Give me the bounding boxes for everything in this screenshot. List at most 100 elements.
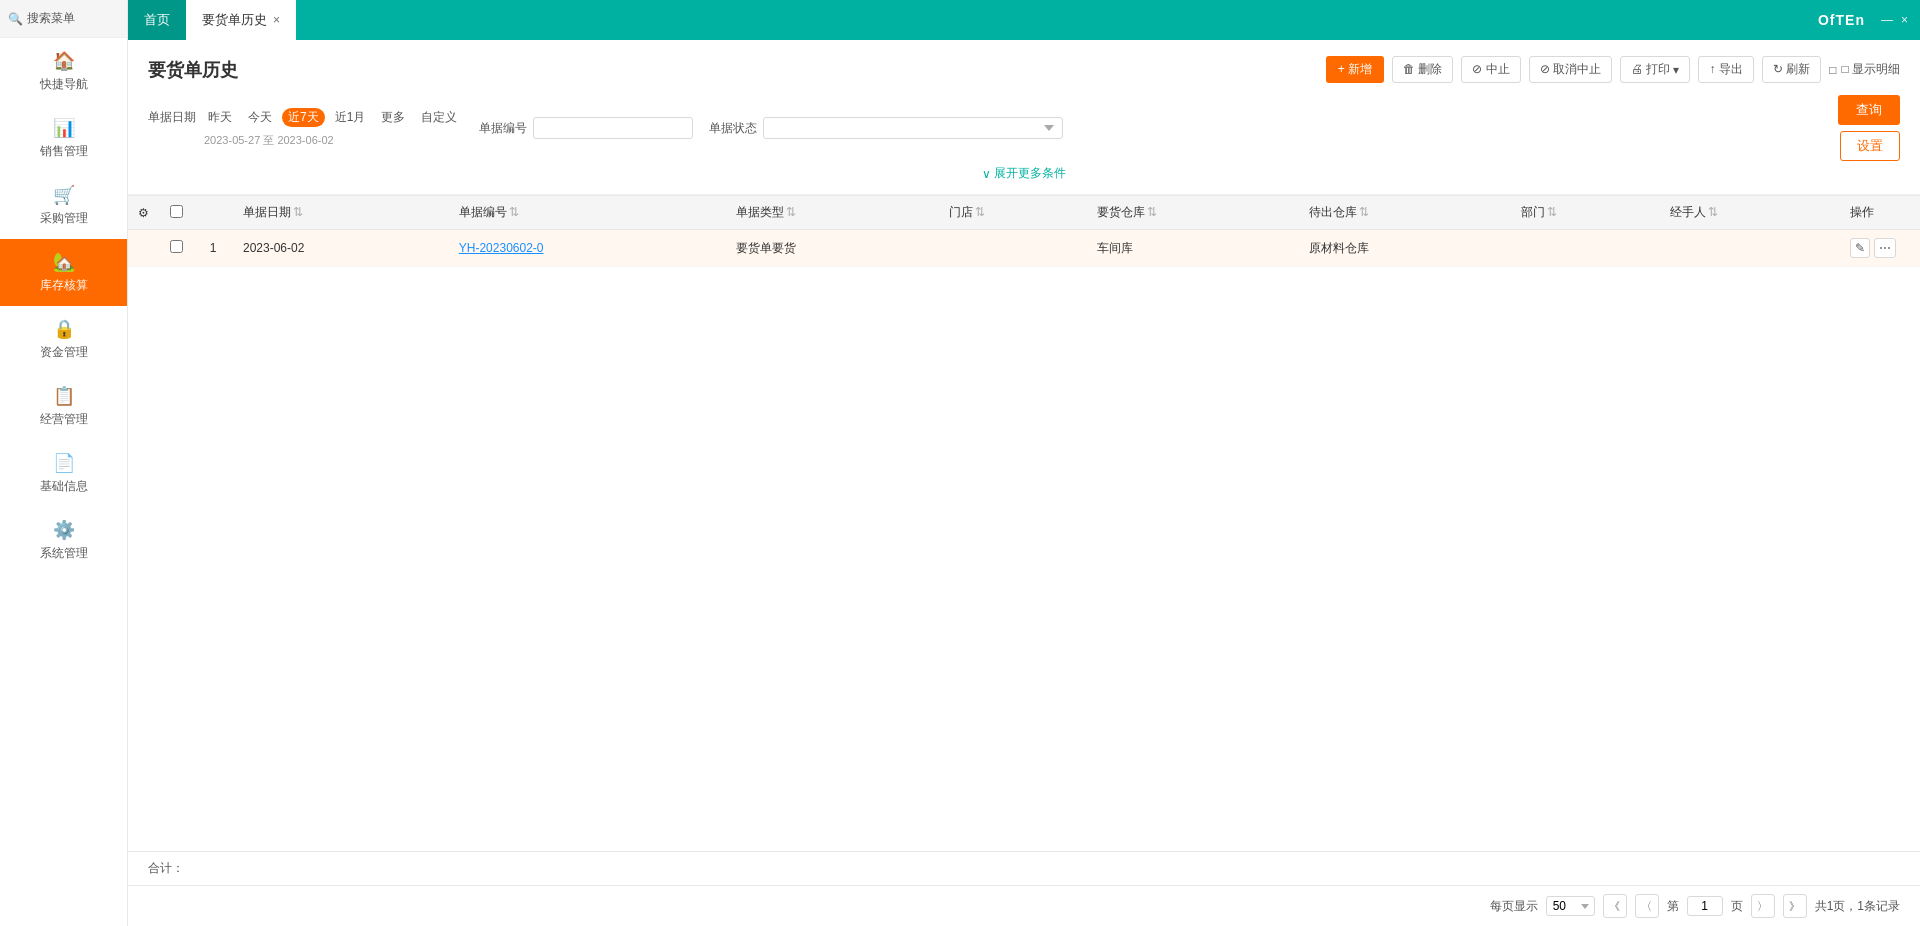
page-content: 要货单历史 + 新增 🗑 删除 ⊘ 中止 ⊘ 取消中止 🖨 打印 ▾ ↑ 导出 … bbox=[128, 40, 1920, 926]
sidebar-item-label: 资金管理 bbox=[40, 344, 88, 361]
tab-requisition-history[interactable]: 要货单历史 × bbox=[186, 0, 296, 40]
show-detail-toggle[interactable]: □ □ 显示明细 bbox=[1829, 61, 1900, 78]
th-date-label: 单据日期 bbox=[243, 205, 291, 219]
sort-store-icon: ⇅ bbox=[975, 205, 985, 219]
sales-icon: 📊 bbox=[53, 117, 75, 139]
th-department[interactable]: 部门⇅ bbox=[1511, 196, 1659, 230]
table-header-row: ⚙ 单据日期⇅ 单据编号⇅ 单据类型⇅ 门店⇅ 要货仓库⇅ 待出仓库⇅ 部门⇅ … bbox=[128, 196, 1920, 230]
th-pending-warehouse-label: 待出仓库 bbox=[1309, 205, 1357, 219]
export-button[interactable]: ↑ 导出 bbox=[1698, 56, 1753, 83]
search-icon: 🔍 bbox=[8, 12, 23, 26]
date-filter-label: 单据日期 bbox=[148, 109, 196, 126]
main-area: 首页 要货单历史 × OfTEn — × 要货单历史 + 新增 🗑 删除 ⊘ 中… bbox=[128, 0, 1920, 926]
total-info: 共1页，1条记录 bbox=[1815, 898, 1900, 915]
doc-status-filter: 单据状态 bbox=[709, 117, 1806, 139]
prev-page-btn[interactable]: 〈 bbox=[1635, 894, 1659, 918]
doc-number-filter: 单据编号 bbox=[479, 117, 693, 139]
select-all-checkbox[interactable] bbox=[170, 205, 183, 218]
sidebar-item-sales[interactable]: 📊 销售管理 bbox=[0, 105, 127, 172]
th-docno[interactable]: 单据编号⇅ bbox=[449, 196, 727, 230]
th-store[interactable]: 门店⇅ bbox=[939, 196, 1087, 230]
search-menu[interactable]: 🔍 搜索菜单 bbox=[0, 0, 127, 38]
sidebar-item-inventory[interactable]: 🏡 库存核算 bbox=[0, 239, 127, 306]
expand-icon: ∨ bbox=[982, 167, 991, 181]
query-button[interactable]: 查询 bbox=[1838, 95, 1900, 125]
date-btn-today[interactable]: 今天 bbox=[242, 108, 278, 127]
first-page-btn[interactable]: 《 bbox=[1603, 894, 1627, 918]
date-btn-more[interactable]: 更多 bbox=[375, 108, 411, 127]
next-page-btn[interactable]: 〉 bbox=[1751, 894, 1775, 918]
page-number-input[interactable] bbox=[1687, 896, 1723, 916]
expand-more-btn[interactable]: ∨ 展开更多条件 bbox=[148, 161, 1900, 186]
per-page-label: 每页显示 bbox=[1490, 898, 1538, 915]
sidebar-item-quick-nav[interactable]: 🏠 快捷导航 bbox=[0, 38, 127, 105]
th-handler-label: 经手人 bbox=[1670, 205, 1706, 219]
row-more-btn[interactable]: ⋯ bbox=[1874, 238, 1896, 258]
show-detail-label: □ 显示明细 bbox=[1841, 61, 1900, 78]
data-table: ⚙ 单据日期⇅ 单据编号⇅ 单据类型⇅ 门店⇅ 要货仓库⇅ 待出仓库⇅ 部门⇅ … bbox=[128, 195, 1920, 267]
date-range-display: 2023-05-27 至 2023-06-02 bbox=[204, 133, 334, 148]
th-num bbox=[193, 196, 233, 230]
last-page-btn[interactable]: 》 bbox=[1783, 894, 1807, 918]
settings-button[interactable]: 设置 bbox=[1840, 131, 1900, 161]
sidebar-item-operations[interactable]: 📋 经营管理 bbox=[0, 373, 127, 440]
expand-label: 展开更多条件 bbox=[994, 165, 1066, 182]
th-gear[interactable]: ⚙ bbox=[128, 196, 160, 230]
tab-requisition-label: 要货单历史 bbox=[202, 11, 267, 29]
th-docno-label: 单据编号 bbox=[459, 205, 507, 219]
th-date[interactable]: 单据日期⇅ bbox=[233, 196, 449, 230]
stop-button[interactable]: ⊘ 中止 bbox=[1461, 56, 1520, 83]
system-icon: ⚙️ bbox=[53, 519, 75, 541]
date-btn-yesterday[interactable]: 昨天 bbox=[202, 108, 238, 127]
td-docno[interactable]: YH-20230602-0 bbox=[449, 230, 727, 267]
row-edit-btn[interactable]: ✎ bbox=[1850, 238, 1870, 258]
new-button[interactable]: + 新增 bbox=[1326, 56, 1384, 83]
per-page-select[interactable]: 20 50 100 bbox=[1546, 896, 1595, 916]
filter-area: 单据日期 昨天 今天 近7天 近1月 更多 自定义 2023-05-27 至 2… bbox=[128, 83, 1920, 195]
sidebar-item-purchase[interactable]: 🛒 采购管理 bbox=[0, 172, 127, 239]
delete-button[interactable]: 🗑 删除 bbox=[1392, 56, 1453, 83]
doc-number-input[interactable] bbox=[533, 117, 693, 139]
th-pending-warehouse[interactable]: 待出仓库⇅ bbox=[1299, 196, 1511, 230]
sort-req-warehouse-icon: ⇅ bbox=[1147, 205, 1157, 219]
filter-row-1: 单据日期 昨天 今天 近7天 近1月 更多 自定义 2023-05-27 至 2… bbox=[148, 95, 1900, 161]
doc-status-label: 单据状态 bbox=[709, 120, 757, 137]
td-doctype: 要货单要货 bbox=[726, 230, 938, 267]
sidebar-item-finance[interactable]: 🔒 资金管理 bbox=[0, 306, 127, 373]
row-checkbox[interactable] bbox=[170, 240, 183, 253]
cancel-stop-button[interactable]: ⊘ 取消中止 bbox=[1529, 56, 1612, 83]
sidebar-item-label: 销售管理 bbox=[40, 143, 88, 160]
sidebar-item-label: 快捷导航 bbox=[40, 76, 88, 93]
close-btn[interactable]: × bbox=[1901, 13, 1908, 27]
top-nav: 首页 要货单历史 × OfTEn — × bbox=[128, 0, 1920, 40]
search-menu-label: 搜索菜单 bbox=[27, 10, 75, 27]
doc-status-select[interactable] bbox=[763, 117, 1063, 139]
tab-close-icon[interactable]: × bbox=[273, 13, 280, 27]
table-area: ⚙ 单据日期⇅ 单据编号⇅ 单据类型⇅ 门店⇅ 要货仓库⇅ 待出仓库⇅ 部门⇅ … bbox=[128, 195, 1920, 851]
pagination-bar: 每页显示 20 50 100 《 〈 第 页 〉 》 共1页，1条记录 bbox=[128, 885, 1920, 926]
sort-department-icon: ⇅ bbox=[1547, 205, 1557, 219]
tab-home[interactable]: 首页 bbox=[128, 0, 186, 40]
td-handler bbox=[1660, 230, 1840, 267]
sidebar-item-system[interactable]: ⚙️ 系统管理 bbox=[0, 507, 127, 574]
print-button[interactable]: 🖨 打印 ▾ bbox=[1620, 56, 1690, 83]
td-checkbox[interactable] bbox=[160, 230, 193, 267]
toolbar: + 新增 🗑 删除 ⊘ 中止 ⊘ 取消中止 🖨 打印 ▾ ↑ 导出 ↻ 刷新 □… bbox=[1326, 56, 1900, 83]
minimize-btn[interactable]: — bbox=[1881, 13, 1893, 27]
refresh-button[interactable]: ↻ 刷新 bbox=[1762, 56, 1821, 83]
date-btn-custom[interactable]: 自定义 bbox=[415, 108, 463, 127]
th-checkbox[interactable] bbox=[160, 196, 193, 230]
td-department bbox=[1511, 230, 1659, 267]
sidebar-item-label: 系统管理 bbox=[40, 545, 88, 562]
sidebar-item-base-info[interactable]: 📄 基础信息 bbox=[0, 440, 127, 507]
th-doctype[interactable]: 单据类型⇅ bbox=[726, 196, 938, 230]
date-btn-7days[interactable]: 近7天 bbox=[282, 108, 325, 127]
sidebar-item-label: 库存核算 bbox=[40, 277, 88, 294]
query-buttons: 查询 设置 bbox=[1838, 95, 1900, 161]
date-btn-1month[interactable]: 近1月 bbox=[329, 108, 372, 127]
th-req-warehouse[interactable]: 要货仓库⇅ bbox=[1087, 196, 1299, 230]
home-icon: 🏠 bbox=[53, 50, 75, 72]
td-gear bbox=[128, 230, 160, 267]
finance-icon: 🔒 bbox=[53, 318, 75, 340]
th-handler[interactable]: 经手人⇅ bbox=[1660, 196, 1840, 230]
